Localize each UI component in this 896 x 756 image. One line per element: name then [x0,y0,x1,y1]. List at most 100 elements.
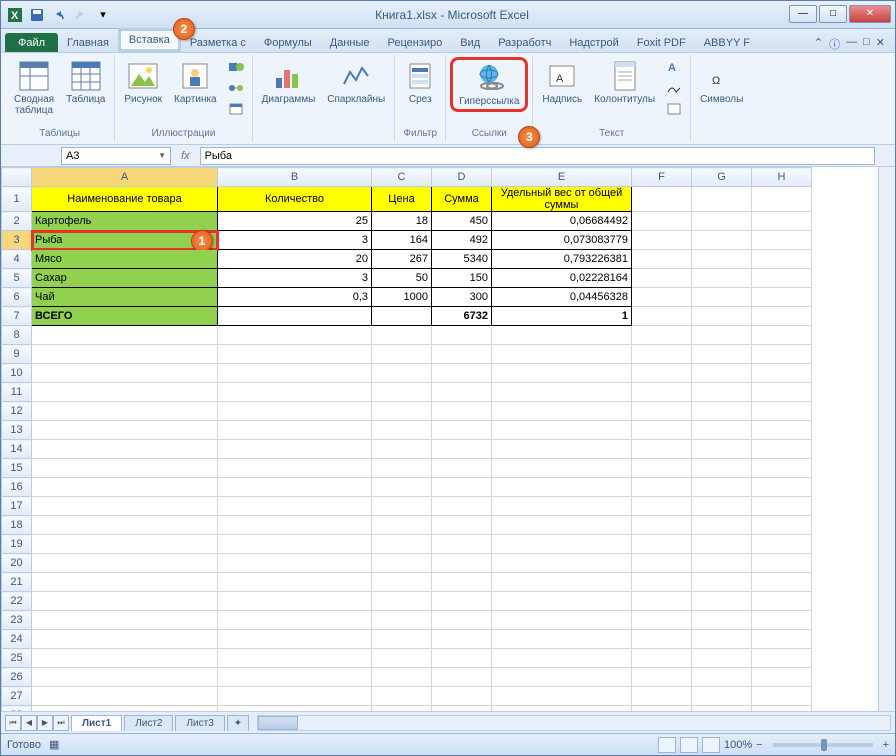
row-header-14[interactable]: 14 [2,440,32,459]
cell[interactable] [692,231,752,250]
cell[interactable] [372,611,432,630]
row-header-6[interactable]: 6 [2,288,32,307]
cell[interactable] [372,649,432,668]
new-sheet-button[interactable]: ✦ [227,715,249,731]
cell[interactable] [218,497,372,516]
row-header-10[interactable]: 10 [2,364,32,383]
cell[interactable] [492,706,632,712]
tab-addins[interactable]: Надстрой [560,33,627,52]
cell-a3[interactable]: Рыба1 [32,231,218,250]
undo-icon[interactable] [49,5,69,25]
sheet-first-icon[interactable]: ⏮ [5,715,21,731]
cell[interactable] [372,383,432,402]
cell[interactable] [692,459,752,478]
cell[interactable] [372,459,432,478]
row-header-16[interactable]: 16 [2,478,32,497]
cell[interactable] [432,516,492,535]
cell[interactable] [492,535,632,554]
help-icon[interactable]: ⓘ [829,36,840,52]
cell[interactable] [752,288,812,307]
row-header-12[interactable]: 12 [2,402,32,421]
row-header-22[interactable]: 22 [2,592,32,611]
cell[interactable] [492,497,632,516]
cell-d3[interactable]: 492 [432,231,492,250]
horizontal-scrollbar[interactable] [257,715,891,731]
row-header-9[interactable]: 9 [2,345,32,364]
zoom-slider[interactable] [773,743,873,747]
cell[interactable] [692,535,752,554]
cell[interactable] [752,250,812,269]
cell[interactable] [632,269,692,288]
cell-e2[interactable]: 0,06684492 [492,212,632,231]
cell[interactable] [432,535,492,554]
cell-d7[interactable]: 6732 [432,307,492,326]
cell-a2[interactable]: Картофель [32,212,218,231]
view-break-button[interactable] [702,737,720,753]
cell[interactable] [692,516,752,535]
cell[interactable] [632,345,692,364]
cell[interactable] [752,535,812,554]
cell[interactable] [692,592,752,611]
cell-a5[interactable]: Сахар [32,269,218,288]
cell[interactable] [692,630,752,649]
cell-e5[interactable]: 0,02228164 [492,269,632,288]
cell[interactable] [752,345,812,364]
cell[interactable] [692,345,752,364]
shapes-button[interactable] [224,57,248,77]
col-header-E[interactable]: E [492,168,632,187]
row-header-20[interactable]: 20 [2,554,32,573]
namebox-dropdown-icon[interactable]: ▼ [158,151,166,160]
cell[interactable] [752,269,812,288]
cell[interactable] [692,478,752,497]
cell[interactable] [632,611,692,630]
cell[interactable] [752,212,812,231]
cell[interactable] [692,269,752,288]
hyperlink-button[interactable]: Гиперссылка [450,57,528,112]
cell[interactable] [432,573,492,592]
cell[interactable] [632,402,692,421]
cell[interactable] [372,402,432,421]
cell[interactable] [432,402,492,421]
cell[interactable] [692,497,752,516]
cell[interactable] [218,440,372,459]
header-cell[interactable]: Наименование товара [32,187,218,212]
select-all[interactable] [2,168,32,187]
cell[interactable] [218,364,372,383]
cell[interactable] [432,706,492,712]
cell[interactable] [692,402,752,421]
cell[interactable] [692,307,752,326]
cell[interactable] [752,497,812,516]
header-cell[interactable]: Количество [218,187,372,212]
cell[interactable] [752,440,812,459]
row-header-4[interactable]: 4 [2,250,32,269]
cell[interactable] [32,630,218,649]
macro-icon[interactable]: ▦ [49,738,59,751]
cell[interactable] [32,516,218,535]
cell[interactable] [32,535,218,554]
sheet-prev-icon[interactable]: ◀ [21,715,37,731]
cell[interactable] [32,459,218,478]
cell[interactable] [432,630,492,649]
cell[interactable] [372,630,432,649]
cell[interactable] [692,288,752,307]
close-button[interactable]: ✕ [849,5,891,23]
cell[interactable] [218,326,372,345]
maximize-button[interactable]: □ [819,5,847,23]
worksheet-grid[interactable]: ABCDEFGH1Наименование товараКоличествоЦе… [1,167,878,711]
cell[interactable] [692,421,752,440]
cell[interactable] [218,516,372,535]
cell[interactable] [632,573,692,592]
cell[interactable] [218,554,372,573]
charts-button[interactable]: Диаграммы [257,57,321,108]
cell[interactable] [372,706,432,712]
cell[interactable] [492,364,632,383]
sheet-last-icon[interactable]: ⏭ [53,715,69,731]
sheet-next-icon[interactable]: ▶ [37,715,53,731]
row-header-15[interactable]: 15 [2,459,32,478]
cell[interactable] [372,573,432,592]
cell[interactable] [752,187,812,212]
cell[interactable] [32,326,218,345]
zoom-out-button[interactable]: − [756,739,762,751]
tab-data[interactable]: Данные [321,33,379,52]
cell[interactable] [632,478,692,497]
